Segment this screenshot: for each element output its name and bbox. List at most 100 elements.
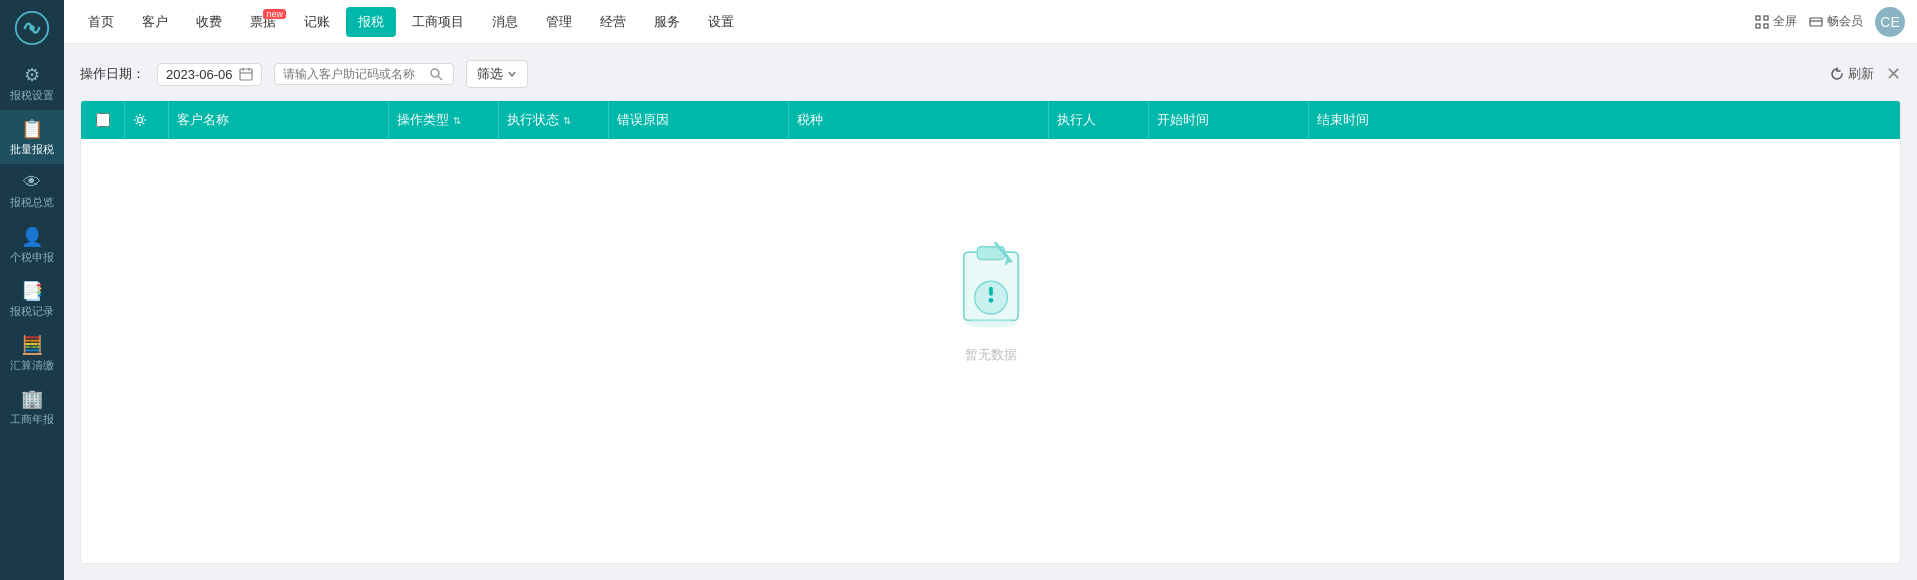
operation-type-sort-icon: ⇅ (453, 115, 461, 126)
th-checkbox[interactable] (81, 101, 125, 139)
annual-report-icon: 🏢 (21, 388, 43, 410)
sidebar-item-tax-settings[interactable]: ⚙ 报税设置 (0, 56, 64, 110)
nav-customer-label: 客户 (142, 14, 168, 29)
nav-management[interactable]: 管理 (534, 7, 584, 37)
svg-rect-5 (1764, 24, 1768, 28)
th-operation-type[interactable]: 操作类型 ⇅ (389, 101, 499, 139)
nav-message-label: 消息 (492, 14, 518, 29)
empty-state: 暂无数据 (941, 234, 1041, 364)
th-settings[interactable] (125, 101, 169, 139)
date-value: 2023-06-06 (166, 67, 233, 82)
member-icon (1809, 15, 1823, 29)
svg-point-12 (431, 69, 439, 77)
member-label: 畅会员 (1827, 13, 1863, 30)
nav-settings-label: 设置 (708, 14, 734, 29)
empty-illustration (941, 234, 1041, 334)
nav-business-label: 工商项目 (412, 14, 464, 29)
th-error-reason-label: 错误原因 (617, 111, 669, 129)
topnav-right: 全屏 畅会员 CE (1755, 7, 1905, 37)
member-button[interactable]: 畅会员 (1809, 13, 1863, 30)
nav-home[interactable]: 首页 (76, 7, 126, 37)
svg-rect-4 (1756, 24, 1760, 28)
sidebar-item-settlement[interactable]: 🧮 汇算清缴 (0, 326, 64, 380)
search-input[interactable] (283, 67, 423, 81)
table-header: 客户名称 操作类型 ⇅ 执行状态 ⇅ 错误原因 税种 执行人 (81, 101, 1900, 139)
fullscreen-icon (1755, 15, 1769, 29)
nav-finance-label: 经营 (600, 14, 626, 29)
th-end-time-label: 结束时间 (1317, 111, 1369, 129)
sidebar-item-tax-records-label: 报税记录 (10, 305, 54, 318)
sidebar: ⚙ 报税设置 📋 批量报税 👁 报税总览 👤 个税申报 📑 报税记录 🧮 汇算清… (0, 0, 64, 580)
tax-settings-icon: ⚙ (24, 64, 40, 86)
tax-overview-icon: 👁 (23, 172, 41, 193)
sidebar-item-tax-records[interactable]: 📑 报税记录 (0, 272, 64, 326)
nav-service[interactable]: 服务 (642, 7, 692, 37)
search-icon (429, 67, 443, 81)
sidebar-item-tax-overview-label: 报税总览 (10, 196, 54, 209)
nav-management-label: 管理 (546, 14, 572, 29)
personal-tax-icon: 👤 (21, 226, 43, 248)
sidebar-item-batch-tax[interactable]: 📋 批量报税 (0, 110, 64, 164)
svg-rect-2 (1756, 16, 1760, 20)
refresh-button[interactable]: 刷新 (1830, 65, 1874, 83)
invoice-badge: new (263, 9, 286, 19)
fullscreen-button[interactable]: 全屏 (1755, 13, 1797, 30)
nav-message[interactable]: 消息 (480, 7, 530, 37)
th-executor: 执行人 (1049, 101, 1149, 139)
sidebar-item-annual-report[interactable]: 🏢 工商年报 (0, 380, 64, 434)
nav-business[interactable]: 工商项目 (400, 7, 476, 37)
settings-column-icon (133, 113, 147, 127)
th-start-time: 开始时间 (1149, 101, 1309, 139)
close-button[interactable]: ✕ (1886, 63, 1901, 85)
chevron-down-icon (507, 69, 517, 79)
th-start-time-label: 开始时间 (1157, 111, 1209, 129)
th-tax-type-label: 税种 (797, 111, 823, 129)
sidebar-item-settlement-label: 汇算清缴 (10, 359, 54, 372)
svg-rect-6 (1810, 18, 1822, 26)
svg-point-14 (138, 118, 143, 123)
empty-text: 暂无数据 (965, 346, 1017, 364)
search-box[interactable] (274, 63, 454, 85)
date-label: 操作日期： (80, 65, 145, 83)
nav-finance[interactable]: 经营 (588, 7, 638, 37)
th-exec-status-label: 执行状态 (507, 111, 559, 129)
svg-rect-8 (240, 69, 252, 80)
avatar-text: CE (1880, 14, 1899, 30)
toolbar-right: 刷新 ✕ (1830, 63, 1901, 85)
th-exec-status[interactable]: 执行状态 ⇅ (499, 101, 609, 139)
date-picker[interactable]: 2023-06-06 (157, 63, 262, 86)
sidebar-item-annual-report-label: 工商年报 (10, 413, 54, 426)
select-all-checkbox[interactable] (96, 113, 110, 127)
th-customer-name: 客户名称 (169, 101, 389, 139)
filter-button[interactable]: 筛选 (466, 60, 528, 88)
svg-rect-20 (989, 287, 993, 296)
nav-invoice[interactable]: 票据 new (238, 7, 288, 37)
refresh-label: 刷新 (1848, 65, 1874, 83)
filter-label: 筛选 (477, 65, 503, 83)
th-end-time: 结束时间 (1309, 101, 1429, 139)
exec-status-sort-icon: ⇅ (563, 115, 571, 126)
nav-customer[interactable]: 客户 (130, 7, 180, 37)
th-tax-type: 税种 (789, 101, 1049, 139)
sidebar-item-personal-tax[interactable]: 👤 个税申报 (0, 218, 64, 272)
nav-bookkeeping[interactable]: 记账 (292, 7, 342, 37)
refresh-icon (1830, 67, 1844, 81)
tax-records-icon: 📑 (21, 280, 43, 302)
sidebar-item-batch-tax-label: 批量报税 (10, 143, 54, 156)
sidebar-item-tax-settings-label: 报税设置 (10, 89, 54, 102)
app-logo (12, 8, 52, 48)
svg-line-13 (438, 76, 442, 80)
nav-billing[interactable]: 收费 (184, 7, 234, 37)
th-error-reason: 错误原因 (609, 101, 789, 139)
th-operation-type-label: 操作类型 (397, 111, 449, 129)
page-content: 操作日期： 2023-06-06 筛选 (64, 44, 1917, 580)
avatar[interactable]: CE (1875, 7, 1905, 37)
sidebar-item-tax-overview[interactable]: 👁 报税总览 (0, 164, 64, 217)
nav-settings[interactable]: 设置 (696, 7, 746, 37)
svg-point-21 (988, 298, 993, 303)
batch-tax-icon: 📋 (21, 118, 43, 140)
nav-tax[interactable]: 报税 (346, 7, 396, 37)
svg-point-19 (974, 281, 1007, 314)
nav-billing-label: 收费 (196, 14, 222, 29)
nav-service-label: 服务 (654, 14, 680, 29)
